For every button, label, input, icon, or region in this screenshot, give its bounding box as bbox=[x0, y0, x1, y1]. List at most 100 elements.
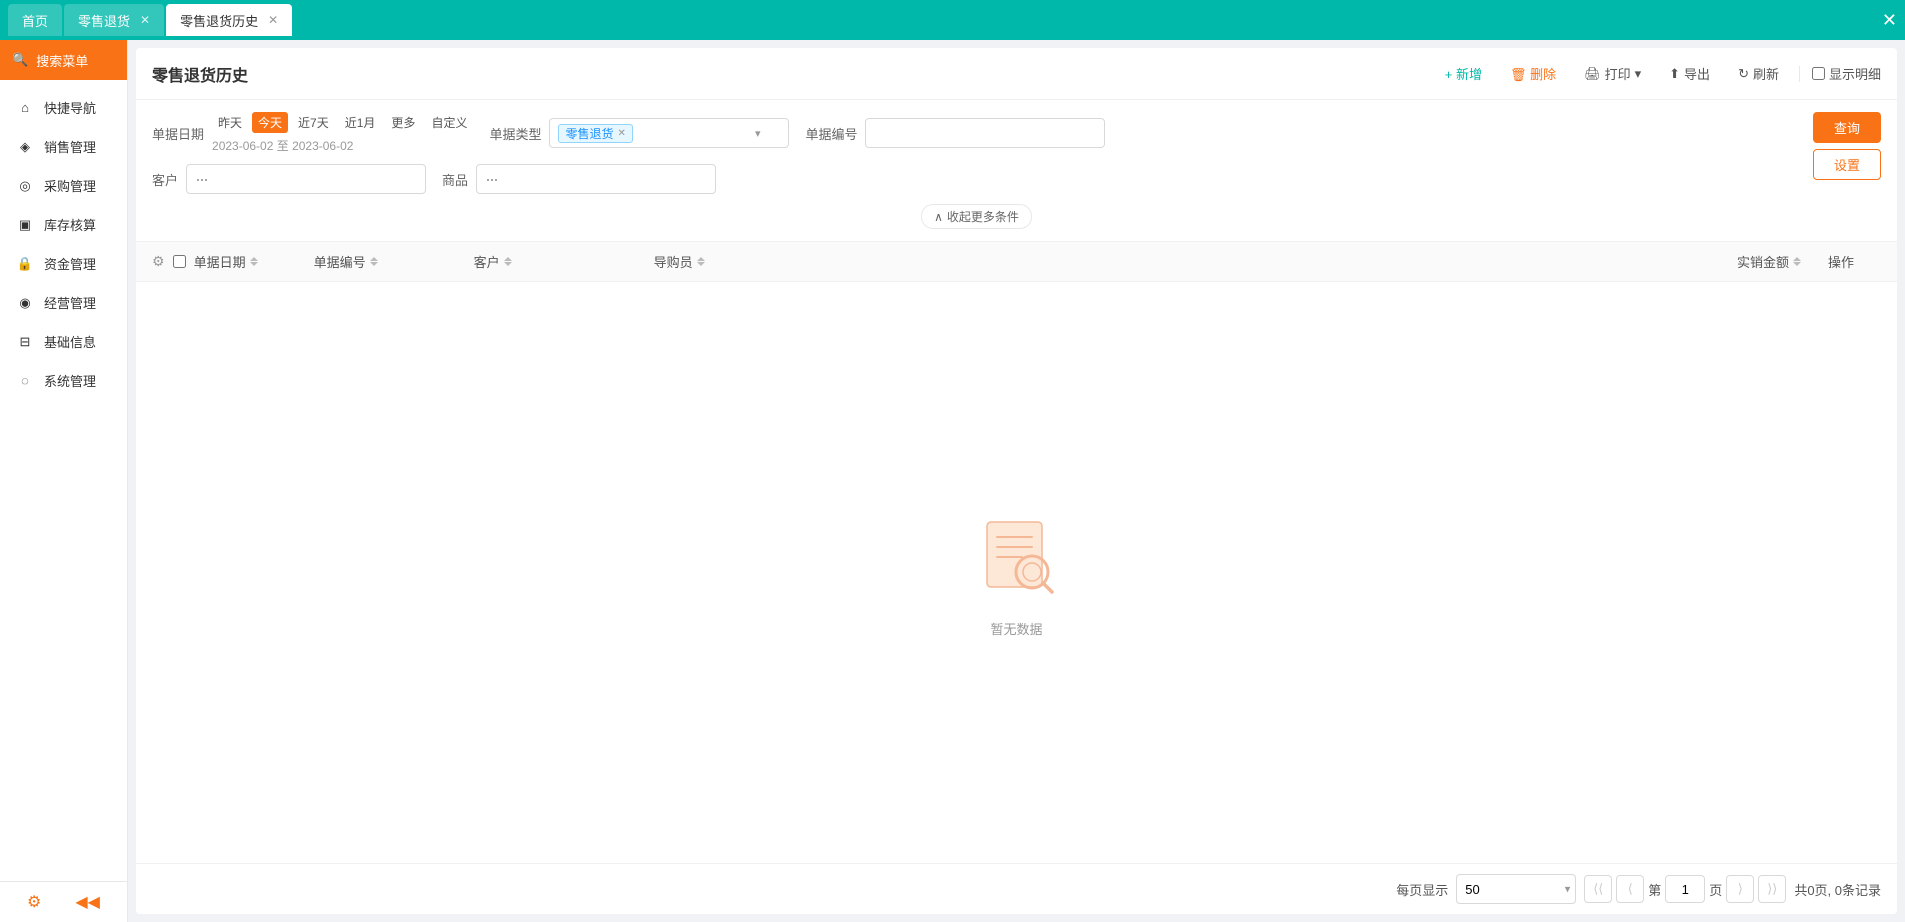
show-detail-label: 显示明细 bbox=[1829, 64, 1881, 83]
print-button[interactable]: 🖨 打印 ▾ bbox=[1576, 60, 1649, 87]
pagination: 每页显示 20 50 100 200 ⟨⟨ ⟨ 第 bbox=[136, 863, 1897, 914]
num-filter-input[interactable] bbox=[865, 118, 1105, 148]
filter-num-item: 单据编号 bbox=[805, 118, 1105, 148]
settings-button[interactable]: 设置 bbox=[1813, 149, 1881, 180]
collapse-button[interactable]: ∧ 收起更多条件 bbox=[921, 204, 1032, 229]
goods-filter-select[interactable]: ··· bbox=[476, 164, 716, 194]
sort-up-icon bbox=[370, 257, 378, 261]
page-next-button[interactable]: ⟩ bbox=[1726, 875, 1754, 903]
operations-icon: ◉ bbox=[16, 294, 34, 312]
main-layout: 🔍 搜索菜单 ⌂ 快捷导航 ◈ 销售管理 ◎ 采购管理 ▣ 库存核算 🔒 资金 bbox=[0, 40, 1905, 922]
filter-type-item: 单据类型 零售退货 ✕ ▾ bbox=[489, 118, 789, 148]
sidebar-item-label: 快捷导航 bbox=[44, 98, 96, 117]
page-first-button[interactable]: ⟨⟨ bbox=[1584, 875, 1612, 903]
sidebar-item-basic-info[interactable]: ⊟ 基础信息 bbox=[0, 322, 127, 361]
goods-filter-label: 商品 bbox=[442, 170, 468, 189]
finance-icon: 🔒 bbox=[16, 255, 34, 273]
date-shortcut-more[interactable]: 更多 bbox=[385, 112, 421, 133]
show-detail-checkbox[interactable] bbox=[1812, 67, 1825, 80]
query-button[interactable]: 查询 bbox=[1813, 112, 1881, 143]
customer-filter-label: 客户 bbox=[152, 170, 178, 189]
filter-fields: 单据日期 昨天 今天 近7天 近1月 更多 自定义 bbox=[152, 112, 1801, 229]
export-button[interactable]: ⬆ 导出 bbox=[1661, 60, 1718, 87]
page-size-select[interactable]: 20 50 100 200 bbox=[1456, 874, 1576, 904]
type-select-inner: 零售退货 ✕ bbox=[558, 124, 750, 143]
select-all-checkbox[interactable] bbox=[173, 255, 186, 268]
sort-down-icon bbox=[250, 262, 258, 266]
table-header: ⚙ 单据日期 单据编号 bbox=[136, 242, 1897, 282]
sidebar-bottom: ⚙ ◀◀ bbox=[0, 881, 127, 922]
refresh-button[interactable]: ↻ 刷新 bbox=[1730, 60, 1787, 87]
collapse-icon: ∧ bbox=[934, 210, 943, 224]
basic-icon: ⊟ bbox=[16, 333, 34, 351]
sort-down-icon bbox=[370, 262, 378, 266]
col-num[interactable]: 单据编号 bbox=[314, 252, 474, 271]
col-customer-label: 客户 bbox=[474, 252, 500, 271]
tab-list: 首页 零售退货 ✕ 零售退货历史 ✕ bbox=[8, 4, 1882, 36]
sort-up-icon bbox=[250, 257, 258, 261]
sidebar-search-button[interactable]: 🔍 搜索菜单 bbox=[0, 40, 127, 80]
settings-icon[interactable]: ⚙ bbox=[27, 892, 41, 912]
page-unit: 页 bbox=[1709, 880, 1722, 899]
customer-filter-select[interactable]: ··· bbox=[186, 164, 426, 194]
new-button[interactable]: + 新增 bbox=[1437, 60, 1490, 87]
window-close-button[interactable]: ✕ bbox=[1882, 10, 1897, 31]
divider bbox=[1799, 66, 1800, 82]
export-icon: ⬆ bbox=[1669, 66, 1680, 82]
tab-retail-return-history-close[interactable]: ✕ bbox=[268, 13, 278, 27]
sidebar-item-operations[interactable]: ◉ 经营管理 bbox=[0, 283, 127, 322]
customer-dots: ··· bbox=[195, 170, 207, 188]
type-tag-label: 零售退货 bbox=[565, 125, 613, 142]
sidebar-item-system-mgmt[interactable]: ◌ 系统管理 bbox=[0, 361, 127, 400]
collapse-row: ∧ 收起更多条件 bbox=[152, 204, 1801, 229]
date-shortcut-7days[interactable]: 近7天 bbox=[292, 112, 335, 133]
date-shortcut-yesterday[interactable]: 昨天 bbox=[212, 112, 248, 133]
filter-goods-item: 商品 ··· bbox=[442, 164, 716, 194]
col-ops: 操作 bbox=[1801, 252, 1881, 271]
date-shortcut-custom[interactable]: 自定义 bbox=[425, 112, 473, 133]
tab-home[interactable]: 首页 bbox=[8, 4, 62, 36]
col-customer[interactable]: 客户 bbox=[474, 252, 654, 271]
date-filter-label: 单据日期 bbox=[152, 124, 204, 143]
empty-icon bbox=[967, 507, 1067, 607]
type-tag-close[interactable]: ✕ bbox=[617, 128, 625, 139]
query-buttons: 查询 设置 bbox=[1813, 112, 1881, 180]
sidebar-item-label: 基础信息 bbox=[44, 332, 96, 351]
delete-button[interactable]: 🗑 删除 bbox=[1502, 60, 1564, 87]
page-size-wrapper: 20 50 100 200 bbox=[1456, 874, 1576, 904]
col-amount-label: 实销金额 bbox=[1737, 252, 1789, 271]
date-shortcut-today[interactable]: 今天 bbox=[252, 112, 288, 133]
sidebar-item-finance[interactable]: 🔒 资金管理 bbox=[0, 244, 127, 283]
date-shortcut-1month[interactable]: 近1月 bbox=[339, 112, 382, 133]
sidebar-item-label: 资金管理 bbox=[44, 254, 96, 273]
header-actions: + 新增 🗑 删除 🖨 打印 ▾ ⬆ 导出 ↻ 刷新 bbox=[1437, 60, 1881, 87]
page-last-button[interactable]: ⟩⟩ bbox=[1758, 875, 1786, 903]
filter-area: 单据日期 昨天 今天 近7天 近1月 更多 自定义 bbox=[136, 100, 1897, 242]
volume-icon[interactable]: ◀◀ bbox=[75, 892, 100, 912]
sort-up-icon bbox=[697, 257, 705, 261]
type-filter-select[interactable]: 零售退货 ✕ ▾ bbox=[549, 118, 789, 148]
tab-retail-return[interactable]: 零售退货 ✕ bbox=[64, 4, 164, 36]
tab-retail-return-close[interactable]: ✕ bbox=[140, 13, 150, 27]
type-tag: 零售退货 ✕ bbox=[558, 124, 632, 143]
content-area: 零售退货历史 + 新增 🗑 删除 🖨 打印 ▾ ⬆ 导出 ↻ bbox=[128, 40, 1905, 922]
sidebar-item-label: 库存核算 bbox=[44, 215, 96, 234]
tab-retail-return-history[interactable]: 零售退货历史 ✕ bbox=[166, 4, 292, 36]
filter-date-item: 单据日期 昨天 今天 近7天 近1月 更多 自定义 bbox=[152, 112, 473, 154]
sidebar-item-purchase-mgmt[interactable]: ◎ 采购管理 bbox=[0, 166, 127, 205]
col-date[interactable]: 单据日期 bbox=[194, 252, 314, 271]
col-amount[interactable]: 实销金额 bbox=[1681, 252, 1801, 271]
col-guide[interactable]: 导购员 bbox=[654, 252, 794, 271]
sidebar-item-inventory[interactable]: ▣ 库存核算 bbox=[0, 205, 127, 244]
sidebar: 🔍 搜索菜单 ⌂ 快捷导航 ◈ 销售管理 ◎ 采购管理 ▣ 库存核算 🔒 资金 bbox=[0, 40, 128, 922]
sidebar-item-quick-nav[interactable]: ⌂ 快捷导航 bbox=[0, 88, 127, 127]
page-number-input[interactable] bbox=[1665, 875, 1705, 903]
sidebar-item-sales-mgmt[interactable]: ◈ 销售管理 bbox=[0, 127, 127, 166]
show-detail-toggle[interactable]: 显示明细 bbox=[1812, 64, 1881, 83]
sort-down-icon bbox=[504, 262, 512, 266]
empty-state: 暂无数据 bbox=[136, 282, 1897, 863]
page-prev-button[interactable]: ⟨ bbox=[1616, 875, 1644, 903]
sales-icon: ◈ bbox=[16, 138, 34, 156]
date-shortcuts: 昨天 今天 近7天 近1月 更多 自定义 2023-06-02 至 2023-0… bbox=[212, 112, 473, 154]
column-settings-icon[interactable]: ⚙ bbox=[152, 253, 165, 270]
